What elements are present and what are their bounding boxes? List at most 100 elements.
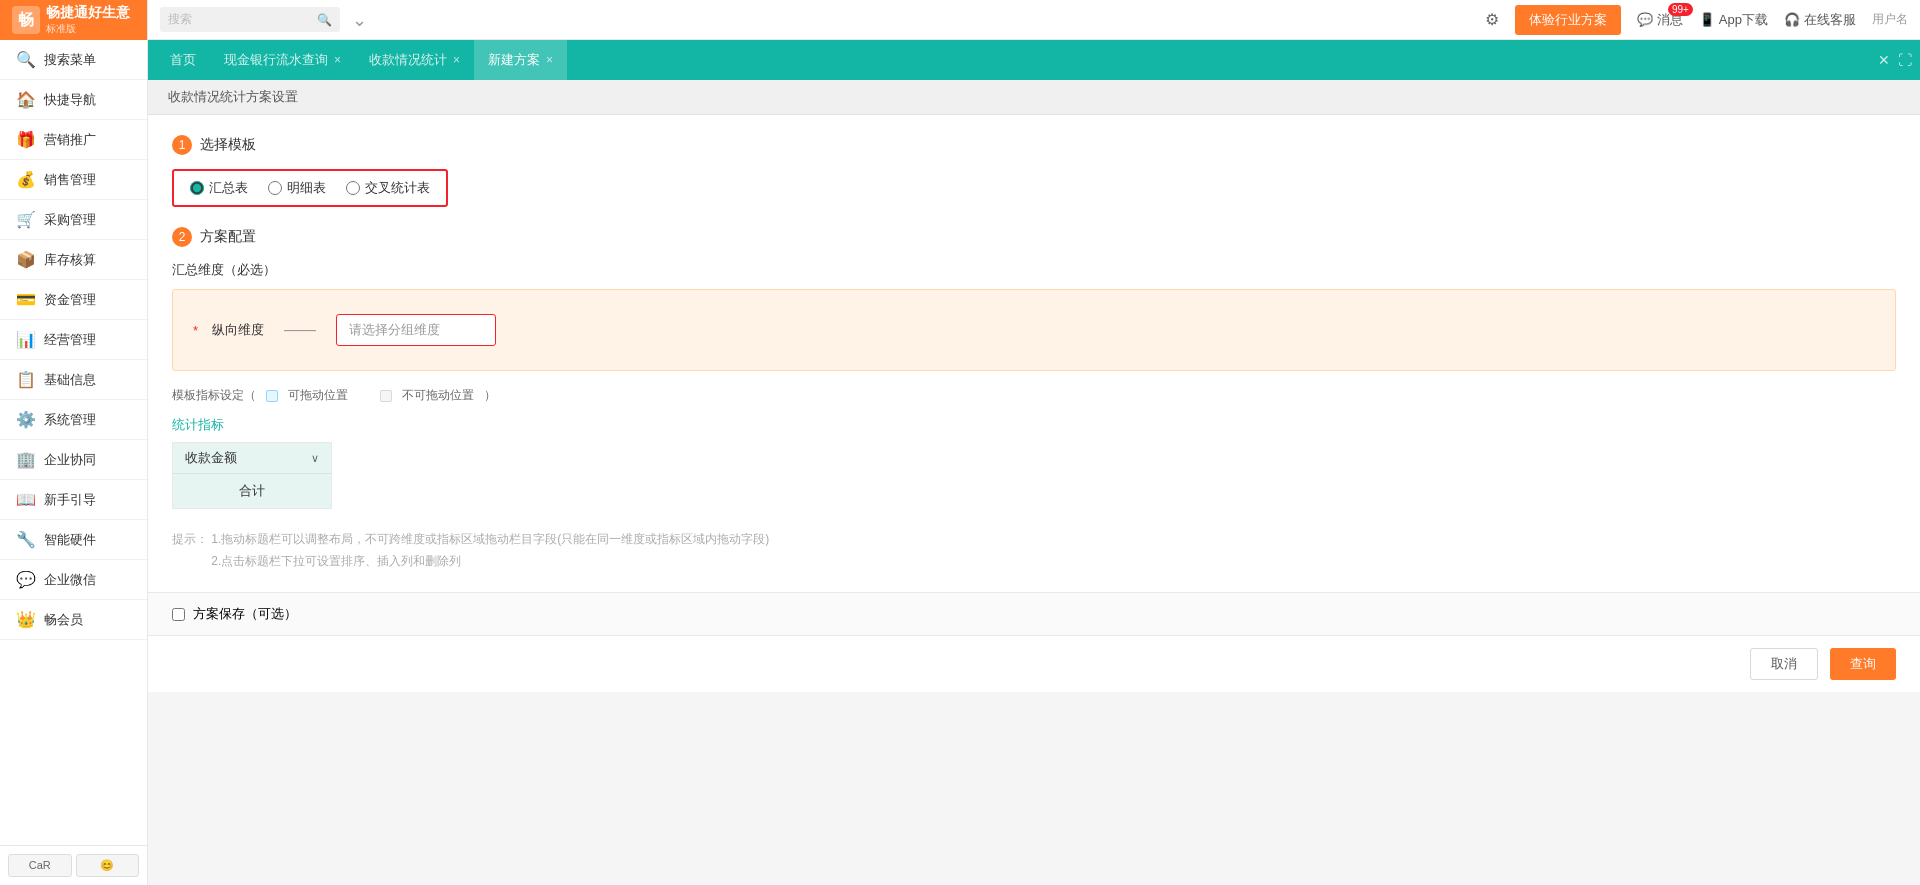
trial-button[interactable]: 体验行业方案	[1515, 5, 1621, 35]
logo-text: 畅捷通好生意 标准版	[46, 4, 130, 36]
sidebar-item-quick[interactable]: 🏠 快捷导航	[0, 80, 147, 120]
money-icon: 💰	[16, 170, 36, 189]
cancel-button[interactable]: 取消	[1750, 648, 1818, 680]
tabbar: 首页 现金银行流水查询 × 收款情况统计 × 新建方案 × ✕ ⛶	[148, 40, 1920, 80]
download-icon: 📱	[1699, 12, 1715, 27]
step1-num: 1	[172, 135, 192, 155]
step1-header: 1 选择模板	[172, 135, 1896, 155]
message-button[interactable]: 💬 消息 99+	[1637, 11, 1683, 29]
card-icon: 💳	[16, 290, 36, 309]
box-icon: 📦	[16, 250, 36, 269]
tab-close-all-icon[interactable]: ✕	[1878, 52, 1890, 68]
sidebar-item-basic[interactable]: 📋 基础信息	[0, 360, 147, 400]
save-option-bar: 方案保存（可选）	[148, 592, 1920, 635]
save-checkbox-label: 方案保存（可选）	[193, 605, 297, 623]
chat-icon: 💬	[16, 570, 36, 589]
sidebar-footer: CaR 😊	[0, 845, 147, 885]
sidebar-item-marketing[interactable]: 🎁 营销推广	[0, 120, 147, 160]
sidebar-item-corp[interactable]: 🏢 企业协同	[0, 440, 147, 480]
dimension-arrow: ——	[284, 321, 316, 339]
query-button[interactable]: 查询	[1830, 648, 1896, 680]
cart-icon: 🛒	[16, 210, 36, 229]
metrics-settings-label: 模板指标设定（	[172, 387, 256, 404]
radio-cross[interactable]: 交叉统计表	[346, 179, 430, 197]
bottom-bar: 取消 查询	[148, 635, 1920, 692]
gift-icon: 🎁	[16, 130, 36, 149]
tabbar-actions: ✕ ⛶	[1878, 52, 1912, 68]
metrics-col-header[interactable]: 收款金额 ∨	[173, 443, 331, 473]
radio-summary-input[interactable]	[190, 181, 204, 195]
sidebar-item-member[interactable]: 👑 畅会员	[0, 600, 147, 640]
sidebar-item-search[interactable]: 🔍 搜索菜单	[0, 40, 147, 80]
sidebar-footer-btn2[interactable]: 😊	[76, 854, 140, 877]
metrics-settings-end: ）	[484, 387, 496, 404]
fixed-legend-dot	[380, 390, 392, 402]
sidebar-item-guide[interactable]: 📖 新手引导	[0, 480, 147, 520]
sidebar-item-inventory[interactable]: 📦 库存核算	[0, 240, 147, 280]
step2-header: 2 方案配置	[172, 227, 1896, 247]
sidebar-item-ops[interactable]: 📊 经营管理	[0, 320, 147, 360]
dimension-select[interactable]: 请选择分组维度	[336, 314, 496, 346]
logo-icon: 畅	[12, 6, 40, 34]
legend-separator	[358, 387, 370, 404]
col-header-dropdown-icon[interactable]: ∨	[311, 452, 319, 465]
search-placeholder-text: 搜索	[168, 11, 192, 28]
page-header: 收款情况统计方案设置	[148, 80, 1920, 115]
user-button[interactable]: 用户名	[1872, 11, 1908, 28]
crown-icon: 👑	[16, 610, 36, 629]
home-icon: 🏠	[16, 90, 36, 109]
sidebar-item-hardware[interactable]: 🔧 智能硬件	[0, 520, 147, 560]
required-star: *	[193, 323, 198, 338]
tab-cashflow[interactable]: 现金银行流水查询 ×	[210, 40, 355, 80]
download-button[interactable]: 📱 App下载	[1699, 11, 1768, 29]
sidebar-item-sales[interactable]: 💰 销售管理	[0, 160, 147, 200]
topbar-search-icon: 🔍	[317, 13, 332, 27]
sidebar-item-purchase[interactable]: 🛒 采购管理	[0, 200, 147, 240]
topbar: 搜索 🔍 ⌄ ⚙ 体验行业方案 💬 消息 99+ 📱 App下载 🎧 在线客服 …	[148, 0, 1920, 40]
tab-home[interactable]: 首页	[156, 40, 210, 80]
sidebar-item-system[interactable]: ⚙️ 系统管理	[0, 400, 147, 440]
service-button[interactable]: 🎧 在线客服	[1784, 11, 1856, 29]
dimension-row: * 纵向维度 —— 请选择分组维度	[193, 314, 1875, 346]
save-checkbox[interactable]	[172, 608, 185, 621]
step1-title: 选择模板	[200, 136, 256, 154]
tab-fullscreen-icon[interactable]: ⛶	[1898, 52, 1912, 68]
sidebar: 畅 畅捷通好生意 标准版 🔍 搜索菜单 🏠 快捷导航 🎁 营销推广 💰 销售管理…	[0, 0, 148, 885]
radio-summary[interactable]: 汇总表	[190, 179, 248, 197]
tab-new-plan[interactable]: 新建方案 ×	[474, 40, 567, 80]
template-box: 汇总表 明细表 交叉统计表	[172, 169, 448, 207]
metrics-title: 统计指标	[172, 416, 1896, 434]
tab-receipt-close[interactable]: ×	[453, 53, 460, 67]
chart-icon: 📊	[16, 330, 36, 349]
topbar-search[interactable]: 搜索 🔍	[160, 7, 340, 32]
building-icon: 🏢	[16, 450, 36, 469]
dimension-area: * 纵向维度 —— 请选择分组维度	[172, 289, 1896, 371]
step2-section: 2 方案配置 汇总维度（必选） * 纵向维度 —— 请选择分组维度	[172, 227, 1896, 509]
step2-title: 方案配置	[200, 228, 256, 246]
step2-num: 2	[172, 227, 192, 247]
tab-receipt[interactable]: 收款情况统计 ×	[355, 40, 474, 80]
tips-section: 提示： 1.拖动标题栏可以调整布局，不可跨维度或指标区域拖动栏目字段(只能在同一…	[172, 529, 1896, 572]
main: 搜索 🔍 ⌄ ⚙ 体验行业方案 💬 消息 99+ 📱 App下载 🎧 在线客服 …	[148, 0, 1920, 885]
step1-section: 1 选择模板 汇总表 明细表 交叉统计表	[172, 135, 1896, 207]
radio-detail-input[interactable]	[268, 181, 282, 195]
metrics-table: 收款金额 ∨ 合计	[172, 442, 332, 509]
sidebar-footer-btn1[interactable]: CaR	[8, 854, 72, 877]
tab-new-plan-close[interactable]: ×	[546, 53, 553, 67]
message-icon: 💬	[1637, 12, 1653, 27]
config-section: 汇总维度（必选） * 纵向维度 —— 请选择分组维度 模板指标设定（ 可	[172, 261, 1896, 509]
sidebar-item-funds[interactable]: 💳 资金管理	[0, 280, 147, 320]
topbar-dropdown-icon[interactable]: ⌄	[352, 9, 367, 31]
topbar-gear-icon[interactable]: ⚙	[1485, 10, 1499, 29]
draggable-legend-dot	[266, 390, 278, 402]
sidebar-item-wechat[interactable]: 💬 企业微信	[0, 560, 147, 600]
dimension-label: 汇总维度（必选）	[172, 261, 1896, 279]
gear-icon: ⚙️	[16, 410, 36, 429]
radio-cross-input[interactable]	[346, 181, 360, 195]
radio-detail[interactable]: 明细表	[268, 179, 326, 197]
sidebar-nav: 🔍 搜索菜单 🏠 快捷导航 🎁 营销推广 💰 销售管理 🛒 采购管理 📦 库存核…	[0, 40, 147, 845]
metrics-row-total: 合计	[173, 473, 331, 508]
form-card: 1 选择模板 汇总表 明细表 交叉统计表	[148, 115, 1920, 592]
tab-cashflow-close[interactable]: ×	[334, 53, 341, 67]
search-icon: 🔍	[16, 50, 36, 69]
